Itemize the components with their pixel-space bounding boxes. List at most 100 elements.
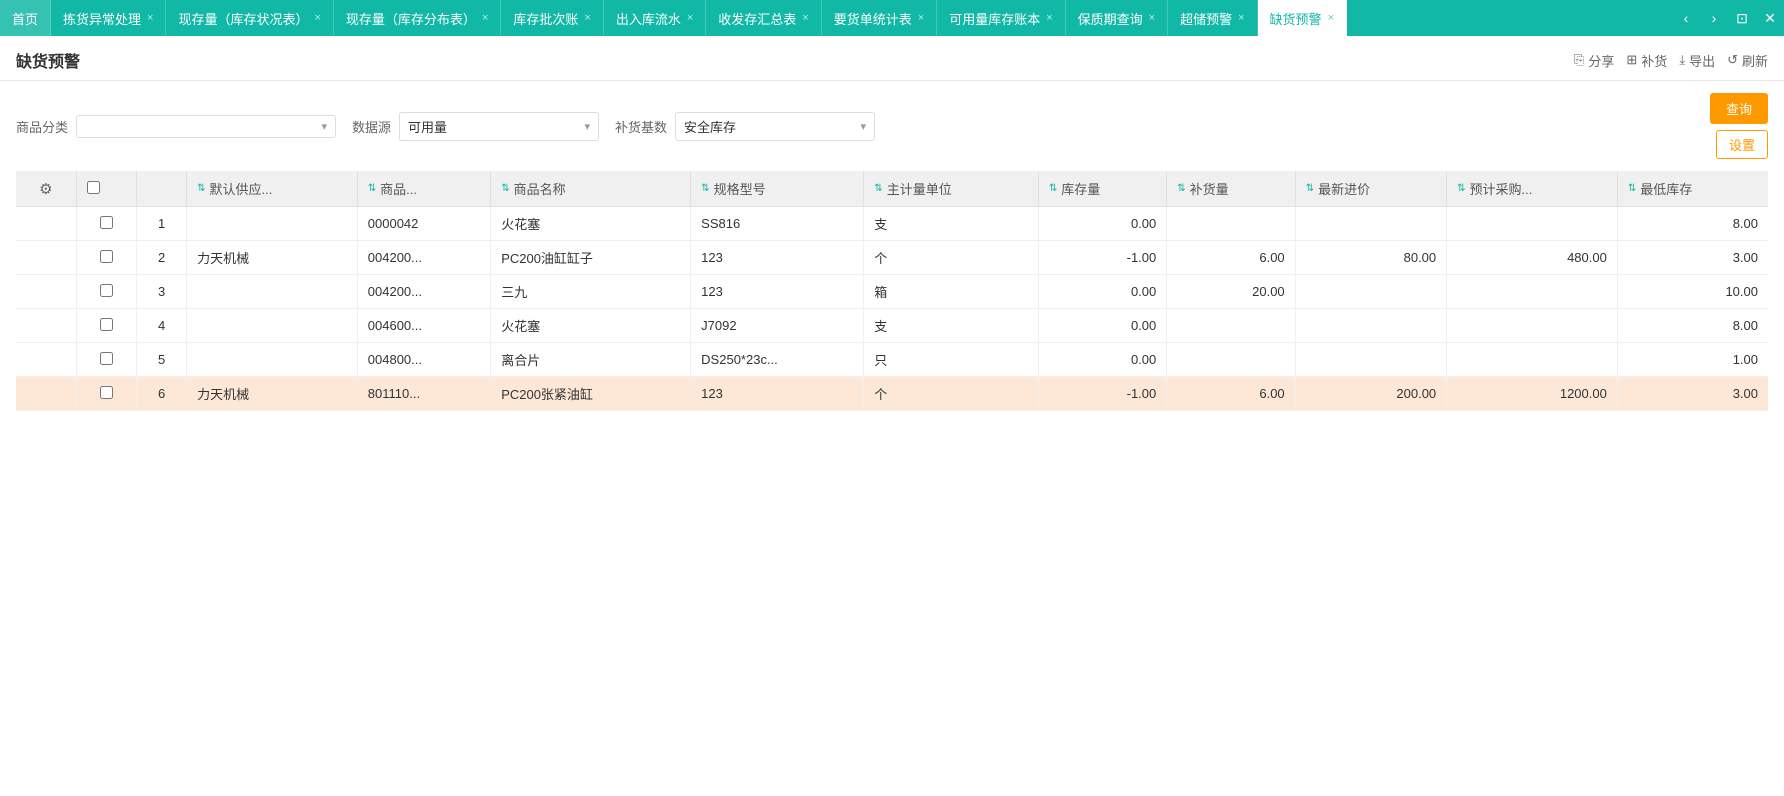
datasource-select[interactable]: 可用量 ▾ xyxy=(399,112,599,141)
cell-min_stock: 8.00 xyxy=(1617,207,1768,241)
refresh-icon: ↺ xyxy=(1727,52,1738,68)
query-button[interactable]: 查询 xyxy=(1710,93,1768,124)
tab-receive-summary[interactable]: 收发存汇总表 × xyxy=(706,0,821,36)
cell-product_name: 三九 xyxy=(491,275,691,309)
col-header-replenish_qty[interactable]: ⇅补货量 xyxy=(1167,171,1295,207)
datasource-filter-group: 数据源 可用量 ▾ xyxy=(352,112,599,141)
tab-prev-button[interactable]: ‹ xyxy=(1672,10,1700,26)
tab-close-shortage[interactable]: × xyxy=(1328,12,1334,24)
row-checkbox[interactable] xyxy=(100,352,113,365)
tab-inventory-status[interactable]: 现存量（库存状况表）× xyxy=(166,0,333,36)
cell-stock_qty: 0.00 xyxy=(1038,309,1166,343)
datasource-filter-label: 数据源 xyxy=(352,117,391,136)
row-checkbox[interactable] xyxy=(100,284,113,297)
col-label-product_name: 商品名称 xyxy=(514,179,566,198)
tab-close-inout-flow[interactable]: × xyxy=(687,12,693,24)
row-checkbox[interactable] xyxy=(100,318,113,331)
category-select[interactable]: ▾ xyxy=(76,115,336,138)
replenish-base-filter-group: 补货基数 安全库存 ▾ xyxy=(615,112,875,141)
tab-label-expiry-query: 保质期查询 xyxy=(1078,9,1143,28)
tab-close-all-button[interactable]: ✕ xyxy=(1756,10,1784,27)
tab-exception[interactable]: 拣货异常处理× xyxy=(51,0,166,36)
cell-spec: 123 xyxy=(691,377,864,411)
tab-close-receive-summary[interactable]: × xyxy=(802,12,808,24)
datasource-chevron-icon: ▾ xyxy=(585,120,591,133)
col-label-unit: 主计量单位 xyxy=(887,179,952,198)
tab-inout-flow[interactable]: 出入库流水× xyxy=(604,0,706,36)
tab-close-exception[interactable]: × xyxy=(147,12,153,24)
filter-bar: 商品分类 ▾ 数据源 可用量 ▾ 补货基数 安全库存 ▾ 查询 设置 xyxy=(0,81,1784,171)
col-label-spec: 规格型号 xyxy=(714,179,766,198)
tab-order-stats[interactable]: 要货单统计表× xyxy=(822,0,937,36)
col-header-row_num xyxy=(137,171,187,207)
tab-close-inventory-status[interactable]: × xyxy=(314,12,320,24)
datasource-select-value: 可用量 xyxy=(408,117,447,136)
tab-overstock[interactable]: 超储预警× xyxy=(1168,0,1257,36)
export-action[interactable]: ⤓ 导出 xyxy=(1679,51,1715,70)
replenish-base-select[interactable]: 安全库存 ▾ xyxy=(675,112,875,141)
tab-close-batch-account[interactable]: × xyxy=(584,12,590,24)
sort-icon-stock_qty: ⇅ xyxy=(1049,183,1057,194)
col-label-product_code: 商品... xyxy=(380,179,417,198)
replenish-action[interactable]: ⊞ 补货 xyxy=(1626,51,1667,70)
col-header-unit[interactable]: ⇅ 主计量单位 xyxy=(864,171,1039,207)
cell-stock_qty: -1.00 xyxy=(1038,377,1166,411)
row-checkbox[interactable] xyxy=(100,250,113,263)
tab-label-receive-summary: 收发存汇总表 xyxy=(718,9,796,28)
filter-right-buttons: 查询 设置 xyxy=(1710,93,1768,159)
row-checkbox[interactable] xyxy=(100,386,113,399)
cell-stock_qty: 0.00 xyxy=(1038,275,1166,309)
settings-button[interactable]: 设置 xyxy=(1716,130,1768,159)
tab-next-button[interactable]: › xyxy=(1700,10,1728,26)
cell-spec: 123 xyxy=(691,275,864,309)
sort-icon-unit: ⇅ xyxy=(874,183,882,194)
cell-spec: DS250*23c... xyxy=(691,343,864,377)
col-header-gear: ⚙ xyxy=(16,171,76,207)
select-all-checkbox[interactable] xyxy=(87,181,100,194)
col-header-est_purchase[interactable]: ⇅预计采购... xyxy=(1447,171,1618,207)
tab-close-order-stats[interactable]: × xyxy=(918,12,924,24)
col-header-default_supplier[interactable]: ⇅默认供应... xyxy=(187,171,358,207)
header-actions: ⎘ 分享 ⊞ 补货 ⤓ 导出 ↺ 刷新 xyxy=(1574,51,1768,70)
col-header-product_code[interactable]: ⇅商品... xyxy=(357,171,490,207)
cell-gear xyxy=(16,207,76,241)
page-title: 缺货预警 xyxy=(16,48,80,72)
category-filter-group: 商品分类 ▾ xyxy=(16,115,336,138)
tab-available-ledger[interactable]: 可用量库存账本× xyxy=(937,0,1065,36)
share-action[interactable]: ⎘ 分享 xyxy=(1574,51,1614,70)
share-icon: ⎘ xyxy=(1574,52,1584,68)
col-header-product_name[interactable]: ⇅商品名称 xyxy=(491,171,691,207)
category-chevron-icon: ▾ xyxy=(321,120,327,133)
cell-checkbox xyxy=(76,309,136,343)
col-header-spec[interactable]: ⇅规格型号 xyxy=(691,171,864,207)
col-header-min_stock[interactable]: ⇅最低库存 xyxy=(1617,171,1768,207)
cell-row_num: 5 xyxy=(137,343,187,377)
tab-inventory-dist[interactable]: 现存量（库存分布表）× xyxy=(334,0,501,36)
table-container: ⚙⇅默认供应...⇅商品...⇅商品名称⇅规格型号⇅主计量单位⇅库存量⇅补货量⇅… xyxy=(0,171,1784,411)
tab-close-available-ledger[interactable]: × xyxy=(1046,12,1052,24)
cell-replenish_qty xyxy=(1167,207,1295,241)
tab-expiry-query[interactable]: 保质期查询 × xyxy=(1066,0,1168,36)
refresh-action[interactable]: ↺ 刷新 xyxy=(1727,51,1768,70)
tab-home[interactable]: 首页 xyxy=(0,0,51,36)
cell-latest_price: 80.00 xyxy=(1295,241,1446,275)
table-row: 5004800...离合片DS250*23c...只0.001.00 xyxy=(16,343,1768,377)
col-header-stock_qty[interactable]: ⇅库存量 xyxy=(1038,171,1166,207)
cell-checkbox xyxy=(76,377,136,411)
cell-unit: 个 xyxy=(864,241,1039,275)
cell-product_name: PC200张紧油缸 xyxy=(491,377,691,411)
tab-close-inventory-dist[interactable]: × xyxy=(482,12,488,24)
col-header-latest_price[interactable]: ⇅最新进价 xyxy=(1295,171,1446,207)
tab-shortage[interactable]: 缺货预警× xyxy=(1258,0,1347,36)
row-checkbox[interactable] xyxy=(100,216,113,229)
replenish-base-select-value: 安全库存 xyxy=(684,117,736,136)
tab-batch-account[interactable]: 库存批次账× xyxy=(501,0,603,36)
tab-close-overstock[interactable]: × xyxy=(1238,12,1244,24)
sort-icon-min_stock: ⇅ xyxy=(1628,183,1636,194)
cell-spec: J7092 xyxy=(691,309,864,343)
cell-product_name: 火花塞 xyxy=(491,309,691,343)
table-row: 2力天机械004200...PC200油缸缸子123个-1.006.0080.0… xyxy=(16,241,1768,275)
tab-close-expiry-query[interactable]: × xyxy=(1149,12,1155,24)
tab-restore-button[interactable]: ⊡ xyxy=(1728,10,1756,27)
gear-settings-icon[interactable]: ⚙ xyxy=(39,181,52,198)
